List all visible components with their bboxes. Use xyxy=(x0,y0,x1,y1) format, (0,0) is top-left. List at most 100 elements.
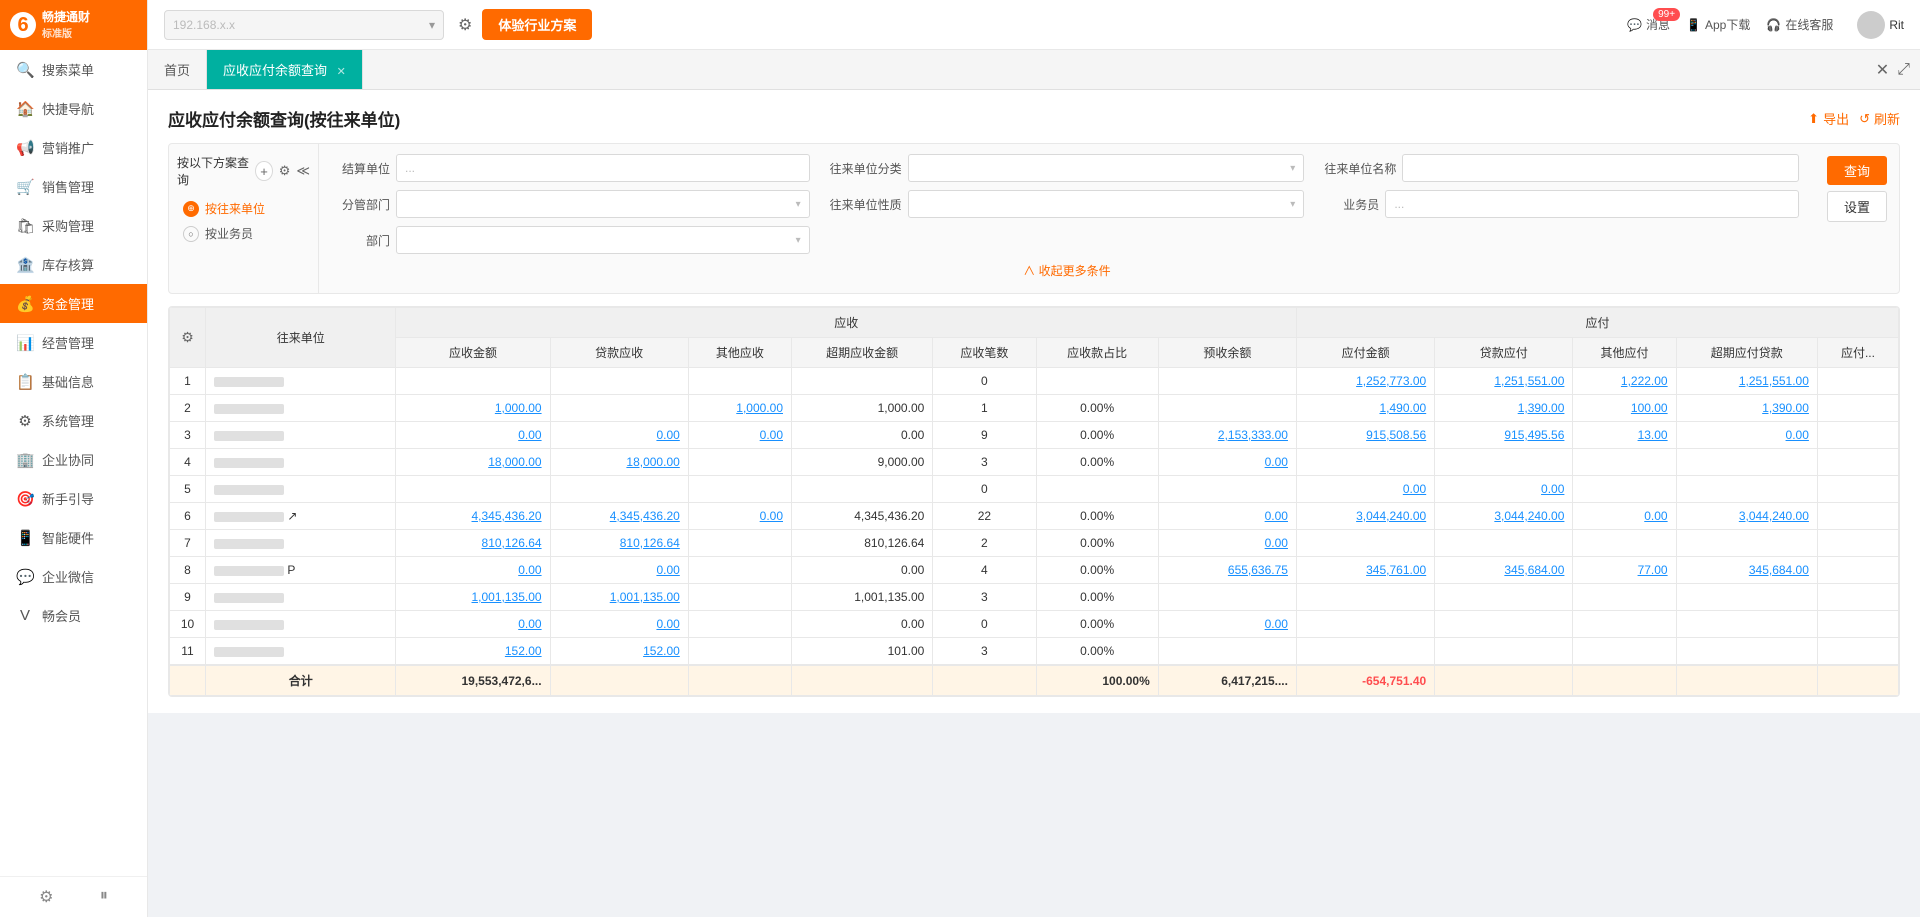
num-link[interactable]: 100.00 xyxy=(1631,401,1668,415)
num-link[interactable]: 345,684.00 xyxy=(1749,563,1809,577)
filter-input-subdept[interactable]: ▾ xyxy=(396,226,810,254)
num-link[interactable]: 0.00 xyxy=(1403,482,1426,496)
num-link[interactable]: 18,000.00 xyxy=(488,455,541,469)
trial-button[interactable]: 体验行业方案 xyxy=(482,9,592,40)
num-link[interactable]: 655,636.75 xyxy=(1228,563,1288,577)
table-settings-icon[interactable]: ⚙ xyxy=(181,329,194,345)
scheme-settings-icon[interactable]: ⚙ xyxy=(279,163,291,179)
num-link[interactable]: 3,044,240.00 xyxy=(1494,509,1564,523)
num-link[interactable]: 4,345,436.20 xyxy=(472,509,542,523)
guide-icon: 🎯 xyxy=(16,490,34,508)
sidebar-item-operation[interactable]: 📊经营管理 xyxy=(0,323,147,362)
num-link[interactable]: 13.00 xyxy=(1638,428,1668,442)
scheme-collapse-icon[interactable]: ≪ xyxy=(296,163,310,179)
num-link[interactable]: 0.00 xyxy=(656,428,679,442)
num-link[interactable]: 1,490.00 xyxy=(1379,401,1426,415)
sidebar-item-guide[interactable]: 🎯新手引导 xyxy=(0,479,147,518)
num-link[interactable]: 0.00 xyxy=(1644,509,1667,523)
num-link[interactable]: 152.00 xyxy=(505,644,542,658)
sidebar-item-member[interactable]: V畅会员 xyxy=(0,596,147,635)
maximize-icon[interactable]: ⤢ xyxy=(1897,61,1910,79)
num-link[interactable]: 1,000.00 xyxy=(736,401,783,415)
num-link[interactable]: 0.00 xyxy=(1265,617,1288,631)
member-icon: V xyxy=(16,607,34,624)
num-link[interactable]: 1,251,551.00 xyxy=(1494,374,1564,388)
sidebar-item-sales[interactable]: 🛒销售管理 xyxy=(0,167,147,206)
sidebar-item-purchase[interactable]: 🛍采购管理 xyxy=(0,206,147,245)
num-link[interactable]: 1,390.00 xyxy=(1762,401,1809,415)
query-button[interactable]: 查询 xyxy=(1827,156,1887,185)
num-link[interactable]: 18,000.00 xyxy=(626,455,679,469)
tab-home[interactable]: 首页 xyxy=(148,50,207,89)
num-link[interactable]: 3,044,240.00 xyxy=(1739,509,1809,523)
num-link[interactable]: 2,153,333.00 xyxy=(1218,428,1288,442)
scheme-item-salesperson[interactable]: ○ 按业务员 xyxy=(177,221,310,246)
close-window-icon[interactable]: ✕ xyxy=(1876,60,1889,80)
num-link[interactable]: 0.00 xyxy=(760,509,783,523)
num-link[interactable]: 0.00 xyxy=(760,428,783,442)
num-link[interactable]: 0.00 xyxy=(518,428,541,442)
num-link[interactable]: 1,000.00 xyxy=(495,401,542,415)
num-link[interactable]: 1,001,135.00 xyxy=(472,590,542,604)
sidebar-item-hardware[interactable]: 📱智能硬件 xyxy=(0,518,147,557)
address-bar[interactable]: 192.168.x.x ▾ xyxy=(164,10,444,40)
filter-input-name[interactable] xyxy=(1402,154,1799,182)
num-link[interactable]: 0.00 xyxy=(1265,509,1288,523)
setting-button[interactable]: 设置 xyxy=(1827,191,1887,222)
sidebar-item-stock[interactable]: 🏦库存核算 xyxy=(0,245,147,284)
tab-close-icon[interactable]: ✕ xyxy=(337,66,346,78)
num-link[interactable]: 0.00 xyxy=(656,563,679,577)
num-link[interactable]: 0.00 xyxy=(518,563,541,577)
filter-input-settlement[interactable]: ... xyxy=(396,154,810,182)
cell-ar-ratio xyxy=(1036,476,1158,503)
scheme-item-partner[interactable]: ⊕ 按往来单位 xyxy=(177,196,310,221)
num-link[interactable]: 1,222.00 xyxy=(1621,374,1668,388)
num-link[interactable]: 810,126.64 xyxy=(482,536,542,550)
sidebar-item-finance[interactable]: 💰资金管理 xyxy=(0,284,147,323)
sidebar-item-search[interactable]: 🔍搜索菜单 xyxy=(0,50,147,89)
sidebar-item-wechat[interactable]: 💬企业微信 xyxy=(0,557,147,596)
num-link[interactable]: 810,126.64 xyxy=(620,536,680,550)
num-link[interactable]: 1,251,551.00 xyxy=(1739,374,1809,388)
settings-bottom-icon[interactable]: ⚙ xyxy=(39,887,53,907)
num-link[interactable]: 345,684.00 xyxy=(1504,563,1564,577)
filter-input-nature[interactable]: ▾ xyxy=(908,190,1305,218)
num-link[interactable]: 345,761.00 xyxy=(1366,563,1426,577)
filter-input-category[interactable]: ▾ xyxy=(908,154,1305,182)
num-link[interactable]: 77.00 xyxy=(1638,563,1668,577)
num-link[interactable]: 0.00 xyxy=(656,617,679,631)
sidebar-item-system[interactable]: ⚙系统管理 xyxy=(0,401,147,440)
app-download-button[interactable]: 📱 App下载 xyxy=(1686,16,1750,33)
sidebar-item-marketing[interactable]: 📢营销推广 xyxy=(0,128,147,167)
num-link[interactable]: 0.00 xyxy=(1786,428,1809,442)
online-service-button[interactable]: 🎧 在线客服 xyxy=(1766,16,1833,33)
num-link[interactable]: 0.00 xyxy=(518,617,541,631)
gear-icon[interactable]: ⚙ xyxy=(458,15,472,35)
num-link[interactable]: 0.00 xyxy=(1541,482,1564,496)
num-link[interactable]: 4,345,436.20 xyxy=(610,509,680,523)
sidebar-item-home[interactable]: 🏠快捷导航 xyxy=(0,89,147,128)
num-link[interactable]: 0.00 xyxy=(1265,536,1288,550)
num-link[interactable]: 1,001,135.00 xyxy=(610,590,680,604)
sidebar-item-basic[interactable]: 📋基础信息 xyxy=(0,362,147,401)
sidebar-logo: 6 畅捷通财 标准版 xyxy=(0,0,147,50)
refresh-button[interactable]: ↺ 刷新 xyxy=(1859,109,1900,128)
add-scheme-button[interactable]: + xyxy=(255,161,272,181)
sidebar-item-corp[interactable]: 🏢企业协同 xyxy=(0,440,147,479)
num-link[interactable]: 1,252,773.00 xyxy=(1356,374,1426,388)
filter-input-dept[interactable]: ▾ xyxy=(396,190,810,218)
num-link[interactable]: 915,508.56 xyxy=(1366,428,1426,442)
collapse-icon[interactable]: ⏸ xyxy=(100,887,108,907)
num-link[interactable]: 1,390.00 xyxy=(1518,401,1565,415)
footer-ar-count xyxy=(933,665,1036,696)
num-link[interactable]: 3,044,240.00 xyxy=(1356,509,1426,523)
user-menu[interactable]: Rit xyxy=(1849,11,1904,39)
message-button[interactable]: 💬 消息 99+ xyxy=(1627,16,1670,33)
num-link[interactable]: 152.00 xyxy=(643,644,680,658)
tab-ar-query[interactable]: 应收应付余额查询 ✕ xyxy=(207,50,363,89)
num-link[interactable]: 0.00 xyxy=(1265,455,1288,469)
export-button[interactable]: ⬆ 导出 xyxy=(1808,109,1849,128)
num-link[interactable]: 915,495.56 xyxy=(1504,428,1564,442)
collapse-button[interactable]: ∧ 收起更多条件 xyxy=(335,258,1799,283)
filter-input-salesperson[interactable]: ... xyxy=(1385,190,1799,218)
